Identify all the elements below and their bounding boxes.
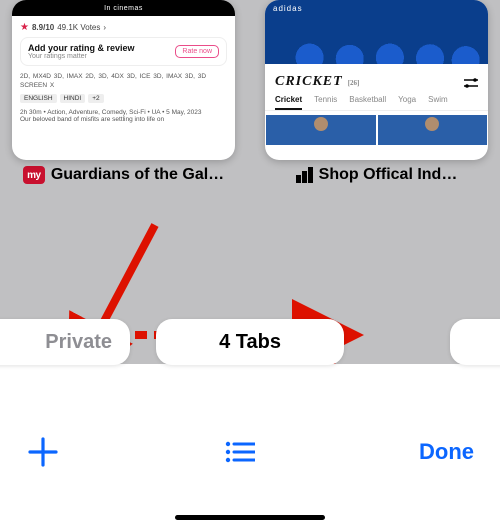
category-count: [26]	[348, 79, 360, 87]
bottom-bar: Private 4 Tabs Done	[0, 364, 500, 530]
formats-text: 2D, MX4D 3D, IMAX 2D, 3D, 4DX 3D, ICE 3D…	[20, 72, 227, 90]
adidas-label: adidas	[273, 4, 303, 13]
tab-title[interactable]: my Guardians of the Gal…	[23, 166, 224, 184]
tab-group-label: Private	[45, 331, 112, 354]
tab-title-text: Shop Offical Ind…	[319, 166, 458, 184]
adidas-icon	[296, 167, 313, 183]
category-title: CRICKET [26]	[265, 64, 488, 92]
home-indicator[interactable]	[175, 515, 325, 520]
product-strip	[265, 115, 488, 145]
category-tab[interactable]: Tennis	[314, 95, 337, 110]
chevron-right-icon: ›	[103, 23, 106, 32]
tab-list-button[interactable]	[225, 441, 255, 463]
language-chip: +2	[88, 94, 103, 103]
done-button[interactable]: Done	[419, 439, 474, 465]
star-icon: ★	[20, 22, 29, 33]
rate-now-button[interactable]: Rate now	[175, 45, 219, 58]
tab-group-private[interactable]: Private	[0, 319, 130, 365]
category-tab[interactable]: Cricket	[275, 95, 302, 110]
category-tab[interactable]: Basketball	[349, 95, 386, 110]
bookmyshow-icon: my	[23, 166, 45, 184]
hero-image: adidas	[265, 0, 488, 64]
review-card: Add your rating & review Your ratings ma…	[20, 37, 227, 66]
language-chips: ENGLISH HINDI +2	[20, 94, 227, 103]
category-tab[interactable]: Yoga	[398, 95, 416, 110]
tab-thumbnail: In cinemas ★ 8.9/10 49.1K Votes › Add yo…	[12, 0, 235, 190]
tab-group-selector[interactable]: Private 4 Tabs	[0, 316, 500, 368]
rating-row: ★ 8.9/10 49.1K Votes ›	[20, 22, 227, 33]
tab-title-text: Guardians of the Gal…	[51, 166, 224, 184]
language-chip: ENGLISH	[20, 94, 57, 103]
tab-preview-adidas[interactable]: adidas CRICKET [26] Cricket Tennis Baske…	[265, 0, 488, 160]
tab-group-active[interactable]: 4 Tabs	[156, 319, 344, 365]
filter-icon[interactable]	[464, 78, 478, 88]
tab-group-next[interactable]	[450, 319, 500, 365]
vote-count: 49.1K Votes	[57, 23, 100, 32]
in-cinemas-badge: In cinemas	[12, 0, 235, 16]
tab-thumbnail: adidas CRICKET [26] Cricket Tennis Baske…	[265, 0, 488, 190]
safari-toolbar: Done	[0, 424, 500, 480]
category-tabs: Cricket Tennis Basketball Yoga Swim	[265, 92, 488, 111]
tab-thumbnails: In cinemas ★ 8.9/10 49.1K Votes › Add yo…	[0, 0, 500, 190]
tab-preview-bookmyshow[interactable]: In cinemas ★ 8.9/10 49.1K Votes › Add yo…	[12, 0, 235, 160]
movie-meta: 2h 30m • Action, Adventure, Comedy, Sci-…	[20, 109, 227, 116]
category-heading: CRICKET	[275, 74, 343, 90]
language-chip: HINDI	[60, 94, 86, 103]
rating-score: 8.9/10	[32, 23, 54, 32]
category-tab[interactable]: Swim	[428, 95, 448, 110]
new-tab-button[interactable]	[26, 435, 60, 469]
movie-description: Our beloved band of misfits are settling…	[20, 116, 227, 123]
tab-title[interactable]: Shop Offical Ind…	[296, 166, 458, 184]
tab-group-label: 4 Tabs	[219, 331, 281, 354]
review-sub: Your ratings matter	[28, 53, 135, 60]
review-heading: Add your rating & review	[28, 43, 135, 53]
